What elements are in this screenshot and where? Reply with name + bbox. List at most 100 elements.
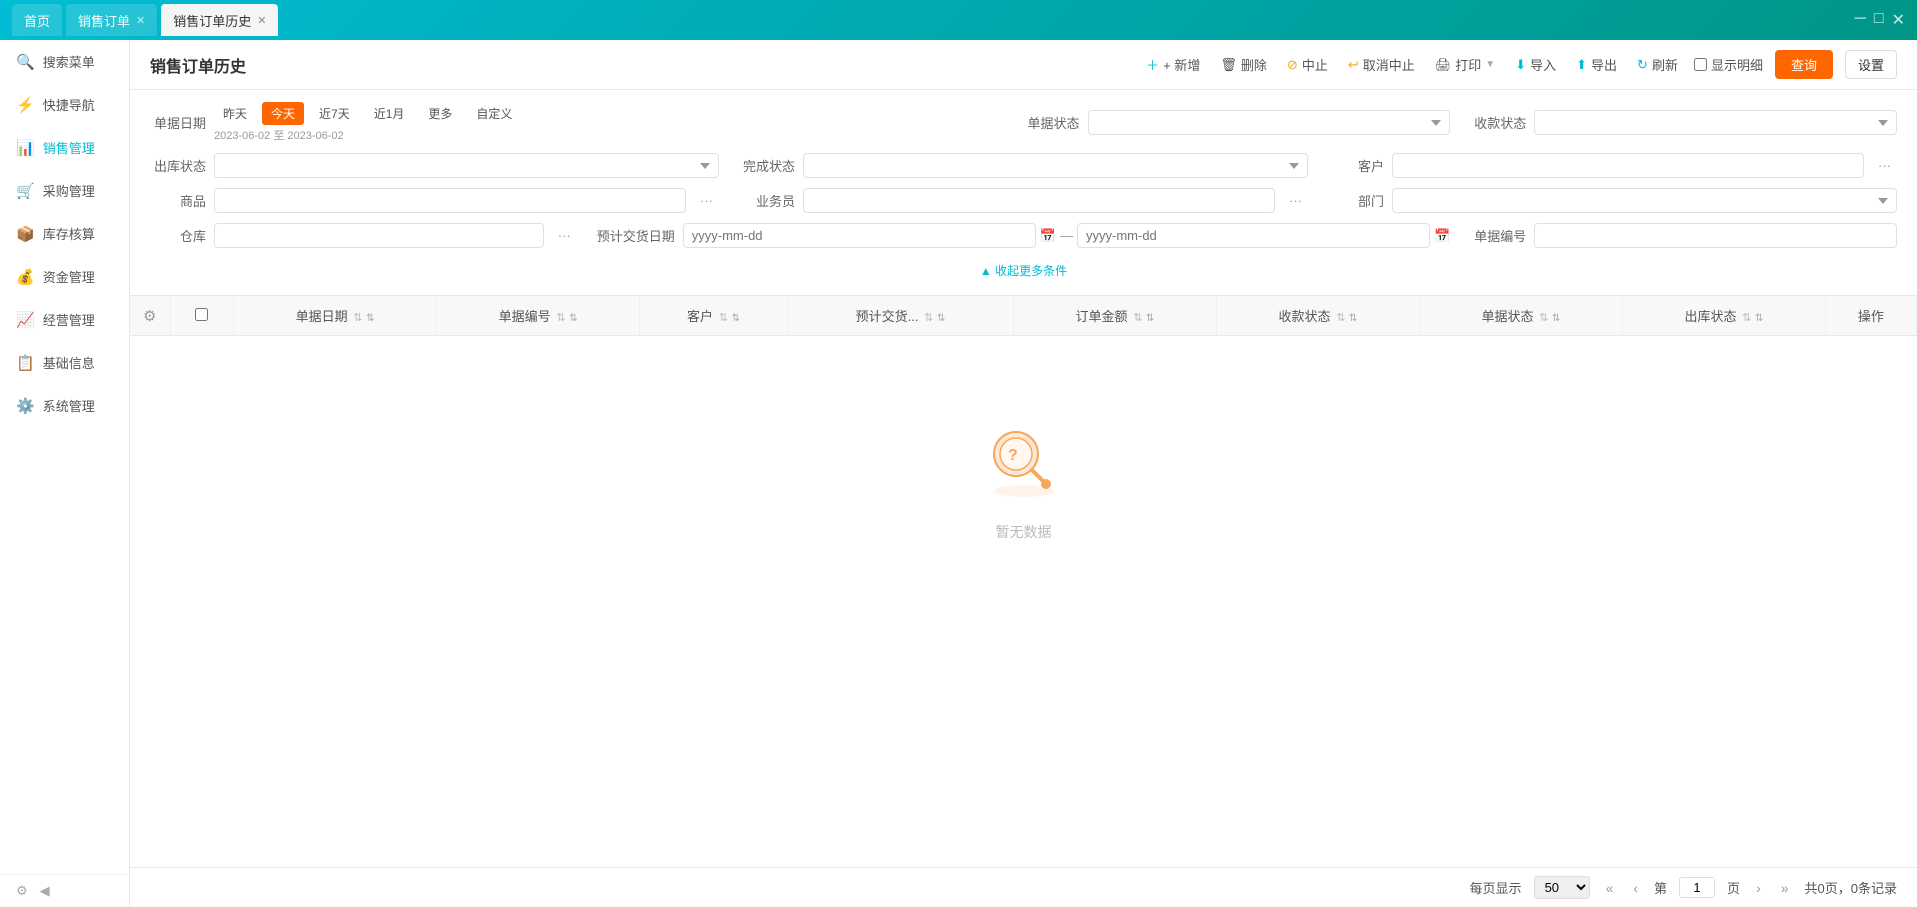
- date-tag-1month[interactable]: 近1月: [365, 102, 414, 125]
- receipt-status-label: 收款状态: [1470, 113, 1526, 132]
- dept-select[interactable]: [1392, 188, 1897, 213]
- customer-input[interactable]: [1392, 153, 1864, 178]
- refresh-icon: ↻: [1637, 57, 1648, 73]
- calendar-to-icon[interactable]: 📅: [1434, 228, 1450, 244]
- page-size-select[interactable]: 10 20 50 100: [1534, 876, 1590, 899]
- stop-btn[interactable]: ⊘ 中止: [1283, 53, 1332, 76]
- select-all-checkbox[interactable]: [195, 308, 208, 321]
- tab-sales-order-close[interactable]: ✕: [136, 14, 145, 27]
- sidebar-item-sales-mgmt[interactable]: 📊 销售管理: [0, 126, 129, 169]
- order-status-select[interactable]: [1088, 110, 1451, 135]
- filter-receipt-status: 收款状态: [1470, 110, 1897, 135]
- export-icon: ⬆: [1576, 57, 1587, 73]
- calendar-from-icon[interactable]: 📅: [1040, 228, 1056, 244]
- filter-row-3: 商品 ··· 业务员 ··· 部门: [150, 188, 1897, 213]
- col-receipt-status[interactable]: 收款状态 ⇅: [1216, 296, 1419, 336]
- display-toggle-checkbox[interactable]: [1694, 58, 1707, 71]
- customer-picker-icon[interactable]: ···: [1872, 156, 1897, 175]
- inventory-icon: 📦: [16, 225, 35, 243]
- table-footer: 每页显示 10 20 50 100 « ‹ 第 页 › » 共0页，0条记录: [130, 867, 1917, 907]
- date-filter-label: 单据日期: [150, 113, 206, 132]
- outbound-status-select[interactable]: [214, 153, 719, 178]
- warehouse-input[interactable]: [214, 223, 544, 248]
- next-page-btn[interactable]: ›: [1752, 878, 1765, 898]
- collapse-row[interactable]: ▲ 收起更多条件: [150, 258, 1897, 283]
- col-delivery-date[interactable]: 预计交货... ⇅: [787, 296, 1013, 336]
- column-settings-icon[interactable]: ⚙: [143, 308, 156, 325]
- warehouse-label: 仓库: [150, 226, 206, 245]
- col-customer[interactable]: 客户 ⇅: [640, 296, 788, 336]
- col-amount[interactable]: 订单金额 ⇅: [1013, 296, 1216, 336]
- col-outbound-status[interactable]: 出库状态 ⇅: [1622, 296, 1825, 336]
- tab-sales-order-history[interactable]: 销售订单历史 ✕: [161, 4, 278, 36]
- new-btn[interactable]: ＋ + 新增: [1142, 53, 1204, 76]
- filter-salesperson: 业务员 ···: [739, 188, 1308, 213]
- sidebar-settings-icon[interactable]: ⚙: [16, 883, 28, 899]
- tab-sales-order[interactable]: 销售订单 ✕: [66, 4, 157, 36]
- product-input[interactable]: [214, 188, 686, 213]
- sidebar-item-finance[interactable]: 💰 资金管理: [0, 255, 129, 298]
- date-tag-yesterday[interactable]: 昨天: [214, 102, 256, 125]
- page-number-input[interactable]: [1679, 877, 1715, 898]
- sidebar-item-basic-info-label: 基础信息: [43, 353, 95, 372]
- sidebar-item-basic-info[interactable]: 📋 基础信息: [0, 341, 129, 384]
- date-tag-7days[interactable]: 近7天: [310, 102, 359, 125]
- sidebar-item-inventory-label: 库存核算: [43, 224, 95, 243]
- col-order-no[interactable]: 单据编号 ⇅: [437, 296, 640, 336]
- sidebar-item-purchase-mgmt[interactable]: 🛒 采购管理: [0, 169, 129, 212]
- import-btn[interactable]: ⬇ 导入: [1511, 53, 1560, 76]
- print-dropdown-icon[interactable]: ▼: [1485, 59, 1495, 70]
- date-tag-more[interactable]: 更多: [419, 102, 461, 125]
- cancel-stop-btn[interactable]: ↩ 取消中止: [1344, 53, 1419, 76]
- warehouse-picker-icon[interactable]: ···: [552, 226, 577, 245]
- date-filter-wrap: 昨天 今天 近7天 近1月 更多 自定义 2023-06-02 至 2023-0…: [214, 102, 521, 143]
- refresh-btn[interactable]: ↻ 刷新: [1633, 53, 1682, 76]
- prev-page-btn[interactable]: ‹: [1629, 878, 1642, 898]
- receipt-status-select[interactable]: [1534, 110, 1897, 135]
- setting-button[interactable]: 设置: [1845, 50, 1897, 79]
- product-picker-icon[interactable]: ···: [694, 191, 719, 210]
- display-toggle: 显示明细: [1694, 55, 1763, 74]
- basic-info-icon: 📋: [16, 354, 35, 372]
- window-maximize-icon[interactable]: □: [1874, 10, 1884, 30]
- delivery-date-from[interactable]: [683, 223, 1036, 248]
- sidebar-item-operation[interactable]: 📈 经营管理: [0, 298, 129, 341]
- delete-btn[interactable]: 🗑 删除: [1216, 53, 1271, 76]
- print-btn[interactable]: 🖨 打印 ▼: [1431, 53, 1499, 76]
- date-tag-custom[interactable]: 自定义: [467, 102, 521, 125]
- sidebar-item-sys-mgmt[interactable]: ⚙️ 系统管理: [0, 384, 129, 427]
- col-order-no-label: 单据编号: [499, 309, 551, 324]
- sidebar-item-quick-nav[interactable]: ⚡ 快捷导航: [0, 83, 129, 126]
- col-amount-sort-icon: ⇅: [1133, 312, 1142, 324]
- completion-status-select[interactable]: [803, 153, 1308, 178]
- sidebar-item-search-menu[interactable]: 🔍 搜索菜单: [0, 40, 129, 83]
- new-icon: ＋: [1146, 55, 1159, 74]
- col-order-status-sort-icon: ⇅: [1539, 312, 1548, 324]
- outbound-status-label: 出库状态: [150, 156, 206, 175]
- window-close-icon[interactable]: ✕: [1892, 10, 1905, 30]
- delivery-date-to[interactable]: [1077, 223, 1430, 248]
- export-btn[interactable]: ⬆ 导出: [1572, 53, 1621, 76]
- salesperson-picker-icon[interactable]: ···: [1283, 191, 1308, 210]
- filter-row-4: 仓库 ··· 预计交货日期 📅 — 📅 单据编号: [150, 223, 1897, 248]
- window-minimize-icon[interactable]: ─: [1855, 10, 1866, 30]
- first-page-btn[interactable]: «: [1602, 878, 1618, 898]
- col-receipt-status-label: 收款状态: [1278, 309, 1330, 324]
- col-date[interactable]: 单据日期 ⇅: [234, 296, 437, 336]
- date-tag-today[interactable]: 今天: [262, 102, 304, 125]
- col-order-status[interactable]: 单据状态 ⇅: [1419, 296, 1622, 336]
- last-page-btn[interactable]: »: [1777, 878, 1793, 898]
- salesperson-input[interactable]: [803, 188, 1275, 213]
- sidebar-item-inventory[interactable]: 📦 库存核算: [0, 212, 129, 255]
- query-button[interactable]: 查询: [1775, 50, 1833, 79]
- delivery-date-label: 预计交货日期: [597, 226, 675, 245]
- filter-completion-status: 完成状态: [739, 153, 1308, 178]
- col-operation-label: 操作: [1858, 309, 1884, 324]
- content-area: 销售订单历史 ＋ + 新增 🗑 删除 ⊘ 中止 ↩ 取消中止: [130, 40, 1917, 907]
- tab-sales-order-history-close[interactable]: ✕: [257, 14, 266, 27]
- table-header: ⚙ 单据日期 ⇅ 单据编号 ⇅: [130, 296, 1917, 336]
- order-no-input[interactable]: [1534, 223, 1897, 248]
- filter-date: 单据日期 昨天 今天 近7天 近1月 更多 自定义 2023-06-02 至 2…: [150, 102, 1004, 143]
- tab-home[interactable]: 首页: [12, 4, 62, 36]
- sidebar-collapse-icon[interactable]: ◀: [40, 883, 50, 899]
